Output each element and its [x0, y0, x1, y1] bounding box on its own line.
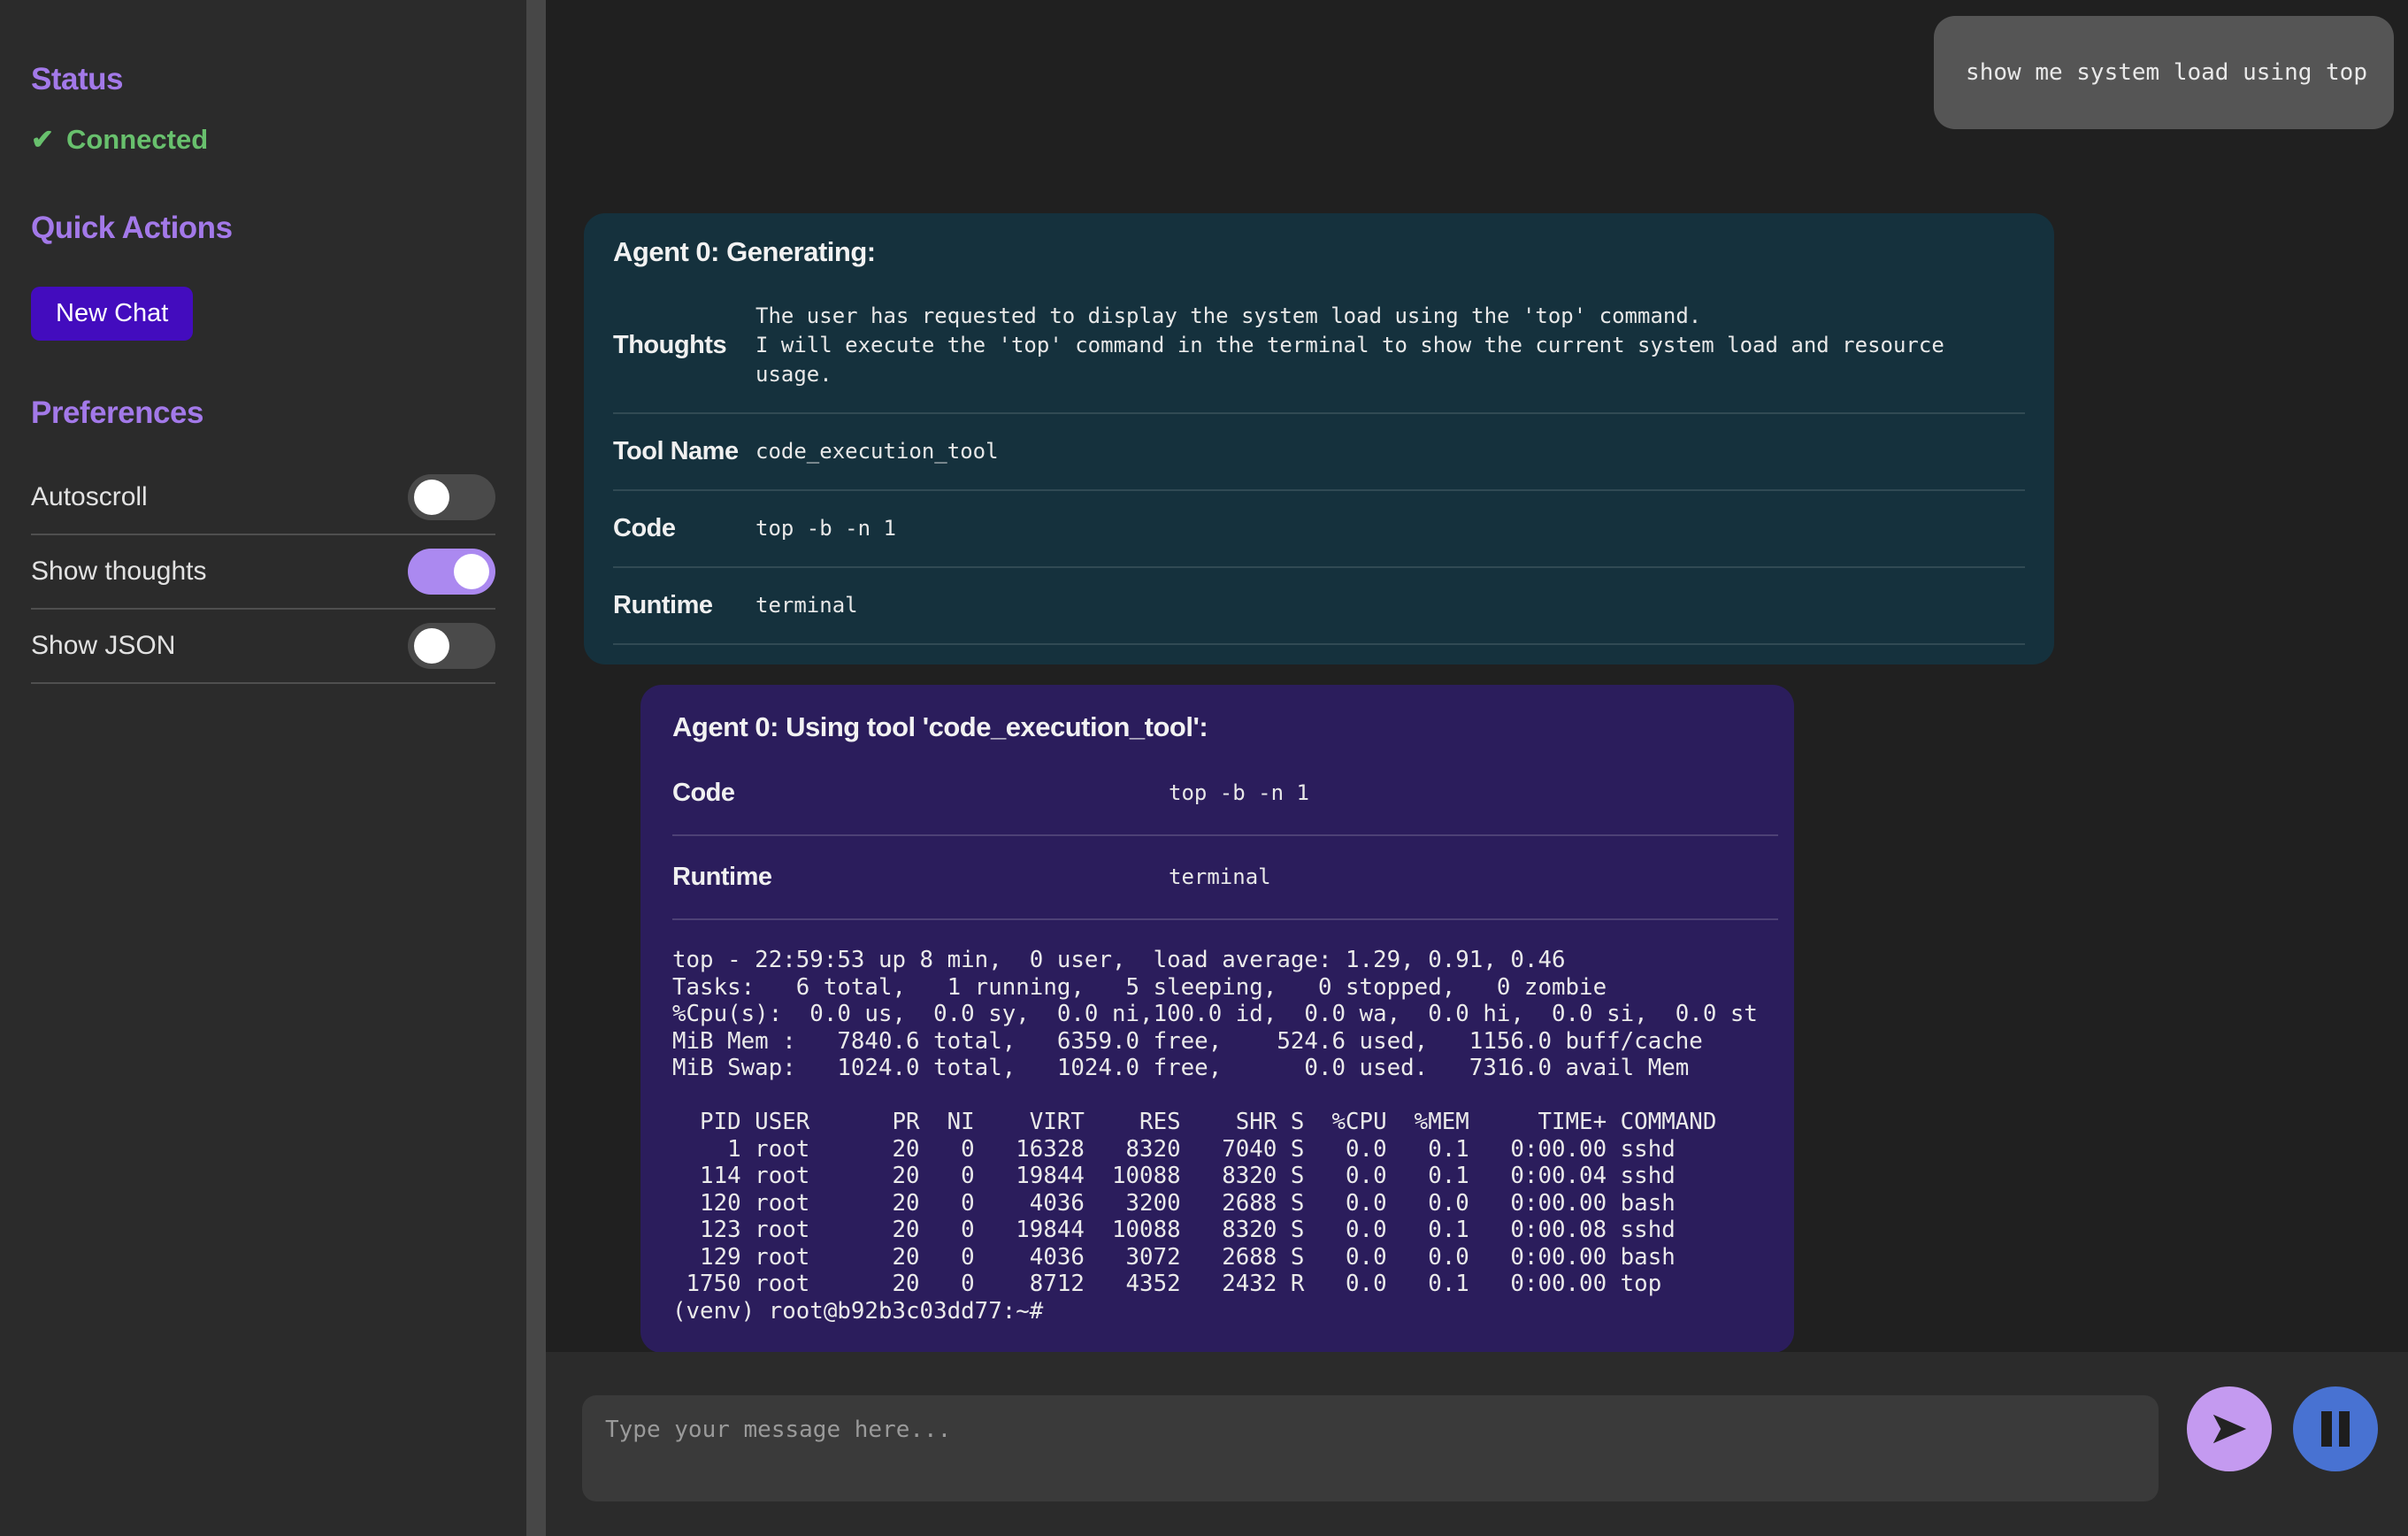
- tool-runtime-row: Runtime terminal: [672, 836, 1778, 920]
- pref-row-autoscroll: Autoscroll: [31, 461, 495, 535]
- pref-row-show-thoughts: Show thoughts: [31, 535, 495, 610]
- toggle-knob: [454, 554, 489, 589]
- tool-code-label: Code: [672, 779, 735, 807]
- tool-name-label: Tool Name: [613, 437, 739, 465]
- tool-runtime-value: terminal: [1169, 864, 1271, 889]
- pause-button[interactable]: [2293, 1386, 2378, 1471]
- show-json-label: Show JSON: [31, 631, 176, 660]
- generating-card-title: Agent 0: Generating:: [613, 236, 876, 267]
- new-chat-button[interactable]: New Chat: [31, 287, 194, 341]
- sidebar: Status ✔ Connected Quick Actions New Cha…: [0, 0, 546, 1536]
- preferences-list: Autoscroll Show thoughts Show JSON: [31, 461, 495, 684]
- code-label: Code: [613, 514, 676, 542]
- status-heading: Status: [31, 62, 123, 96]
- connection-status: ✔ Connected: [31, 124, 495, 156]
- app-window: Status ✔ Connected Quick Actions New Cha…: [0, 0, 2408, 1536]
- agent-generating-card: Agent 0: Generating: Thoughts The user h…: [584, 213, 2054, 664]
- tool-code-value: top -b -n 1: [1169, 780, 1309, 805]
- tool-card-title: Agent 0: Using tool 'code_execution_tool…: [672, 711, 1208, 742]
- user-message-bubble: show me system load using top: [1934, 16, 2394, 129]
- thoughts-label: Thoughts: [613, 331, 727, 359]
- composer-bar: [546, 1352, 2408, 1536]
- tool-name-row: Tool Name code_execution_tool: [613, 414, 2025, 491]
- quick-actions-heading: Quick Actions: [31, 211, 233, 245]
- agent-tool-card: Agent 0: Using tool 'code_execution_tool…: [640, 685, 1794, 1352]
- pause-icon: [2318, 1409, 2353, 1448]
- runtime-value: terminal: [755, 593, 858, 618]
- message-input[interactable]: [582, 1395, 2159, 1501]
- thoughts-row: Thoughts The user has requested to displ…: [613, 279, 2025, 414]
- send-button[interactable]: [2187, 1386, 2272, 1471]
- tool-runtime-label: Runtime: [672, 863, 772, 891]
- connection-status-label: Connected: [65, 124, 209, 155]
- pref-row-show-json: Show JSON: [31, 610, 495, 684]
- preferences-heading: Preferences: [31, 396, 203, 430]
- show-thoughts-label: Show thoughts: [31, 557, 207, 586]
- main-column: show me system load using top Agent 0: G…: [546, 0, 2408, 1536]
- autoscroll-label: Autoscroll: [31, 482, 148, 511]
- toggle-knob: [414, 480, 449, 515]
- code-row: Code top -b -n 1: [613, 491, 2025, 568]
- check-icon: ✔: [31, 124, 54, 155]
- tool-code-row: Code top -b -n 1: [672, 752, 1778, 836]
- runtime-row: Runtime terminal: [613, 568, 2025, 645]
- runtime-label: Runtime: [613, 591, 713, 619]
- show-json-toggle[interactable]: [408, 623, 495, 669]
- code-value: top -b -n 1: [755, 516, 896, 541]
- chat-area: show me system load using top Agent 0: G…: [546, 0, 2408, 1352]
- thoughts-value: The user has requested to display the sy…: [755, 303, 1944, 387]
- show-thoughts-toggle[interactable]: [408, 549, 495, 595]
- send-arrow-icon: [2209, 1409, 2250, 1449]
- terminal-output: top - 22:59:53 up 8 min, 0 user, load av…: [672, 947, 1758, 1325]
- tool-name-value: code_execution_tool: [755, 439, 999, 464]
- autoscroll-toggle[interactable]: [408, 474, 495, 520]
- toggle-knob: [414, 628, 449, 664]
